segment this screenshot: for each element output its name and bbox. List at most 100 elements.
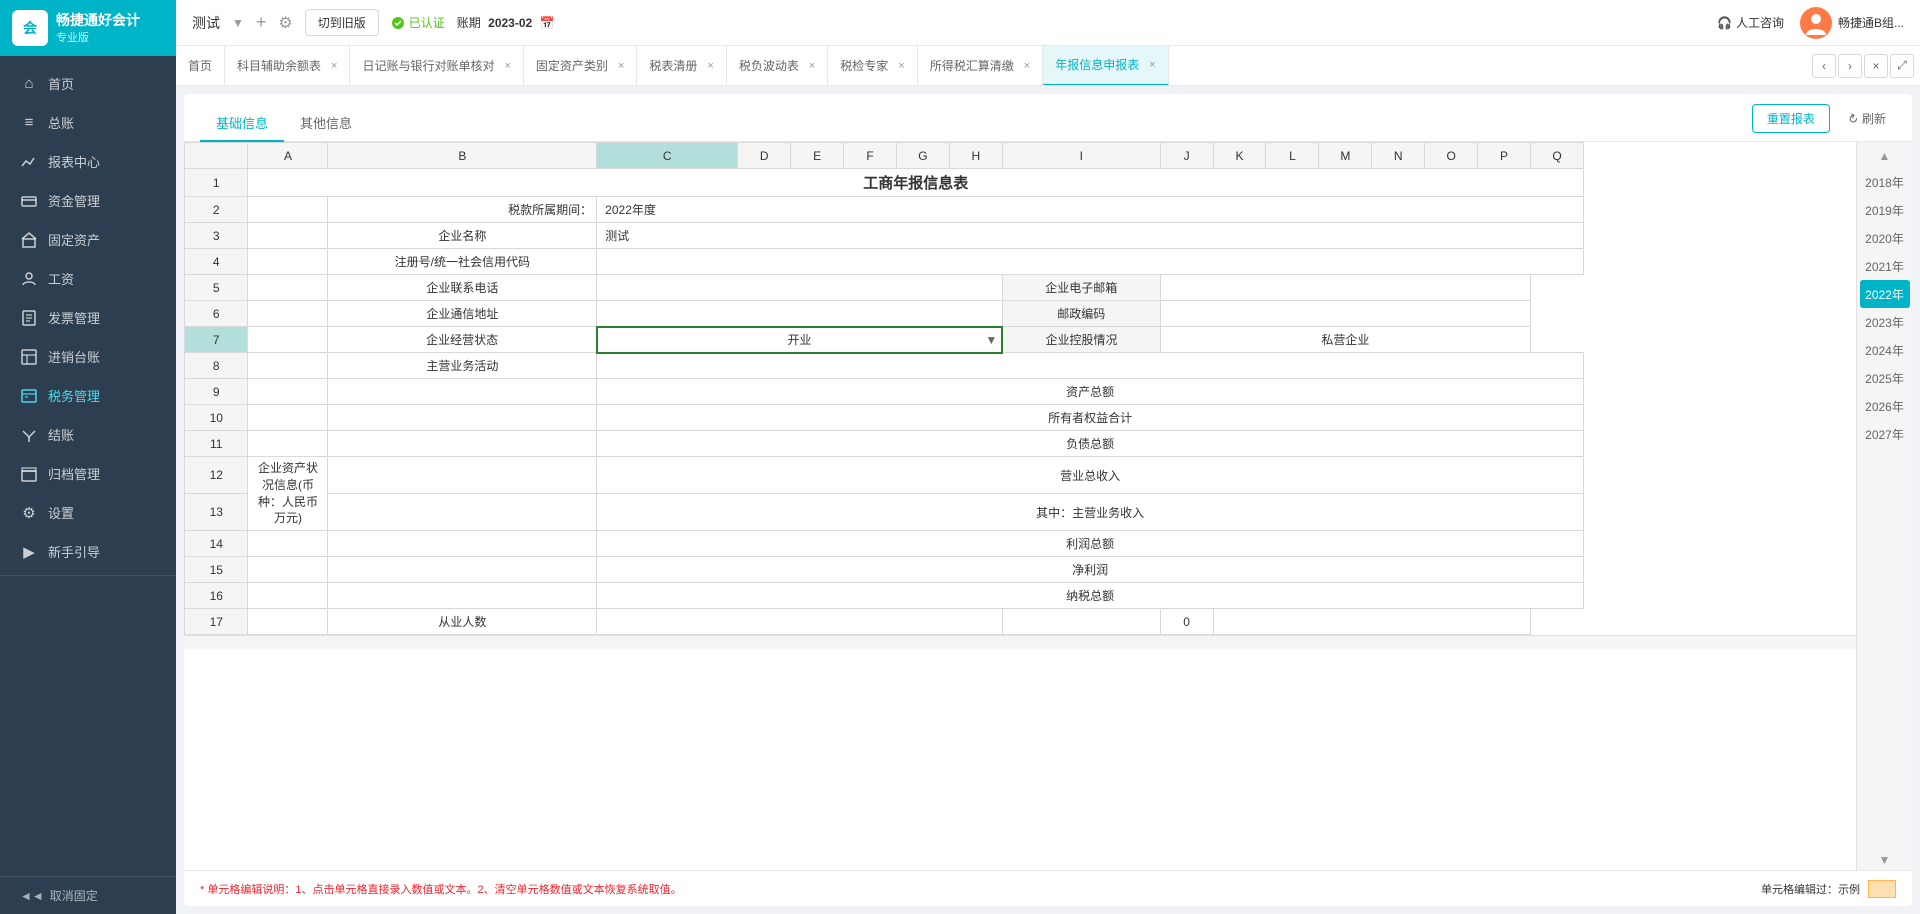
cell-17-a[interactable]	[248, 609, 328, 635]
sidebar-item-archive[interactable]: 归档管理	[0, 454, 176, 493]
tab-auxiliary[interactable]: 科目辅助余额表 ×	[225, 46, 350, 86]
cell-10-b[interactable]	[328, 405, 597, 431]
year-item-2026[interactable]: 2026年	[1860, 392, 1910, 420]
tab-annual-report-close[interactable]: ×	[1149, 59, 1155, 71]
tab-fixed-assets-close[interactable]: ×	[618, 60, 624, 72]
cell-15-a[interactable]	[248, 557, 328, 583]
consult-btn[interactable]: 🎧 人工咨询	[1717, 14, 1784, 31]
tab-annual-report[interactable]: 年报信息申报表 ×	[1043, 46, 1168, 86]
cell-15-c[interactable]: 净利润	[597, 557, 1584, 583]
sidebar-item-invoice[interactable]: 发票管理	[0, 298, 176, 337]
sidebar-item-home[interactable]: ⌂ 首页	[0, 64, 176, 103]
cell-1-title[interactable]: 工商年报信息表	[248, 169, 1584, 197]
sidebar-item-capital[interactable]: 资金管理	[0, 181, 176, 220]
cell-8-a[interactable]	[248, 353, 328, 379]
subtab-other-info[interactable]: 其他信息	[284, 105, 368, 142]
cell-16-a[interactable]	[248, 583, 328, 609]
cell-12-b[interactable]	[328, 457, 597, 494]
tab-home[interactable]: 首页	[176, 46, 225, 86]
tab-auxiliary-close[interactable]: ×	[331, 60, 337, 72]
cell-16-c[interactable]: 纳税总额	[597, 583, 1584, 609]
reset-report-btn[interactable]: 重置报表	[1752, 104, 1830, 133]
cell-13-c[interactable]: 其中：主营业务收入	[597, 494, 1584, 531]
sidebar-item-settings[interactable]: ⚙ 设置	[0, 493, 176, 532]
cell-4-c[interactable]	[597, 249, 1584, 275]
cell-3-c[interactable]: 测试	[597, 223, 1584, 249]
sidebar-item-stock[interactable]: 进销台账	[0, 337, 176, 376]
cell-7-c-dropdown[interactable]: 开业 ▼	[597, 327, 1003, 353]
year-item-2018[interactable]: 2018年	[1860, 168, 1910, 196]
tab-tax-wave-close[interactable]: ×	[809, 60, 815, 72]
tab-scroll-left-btn[interactable]: ‹	[1812, 54, 1836, 78]
cell-2-c[interactable]: 2022年度	[597, 197, 1584, 223]
cell-15-b[interactable]	[328, 557, 597, 583]
sidebar-item-tax[interactable]: 税务管理	[0, 376, 176, 415]
year-scroll-up-btn[interactable]: ▲	[1871, 146, 1899, 166]
sidebar-item-assets[interactable]: 固定资产	[0, 220, 176, 259]
sidebar-item-report[interactable]: 报表中心	[0, 142, 176, 181]
tab-fixed-assets[interactable]: 固定资产类别 ×	[524, 46, 637, 86]
cell-6-k[interactable]	[1160, 301, 1530, 327]
cell-17-k[interactable]	[1213, 609, 1530, 635]
cell-16-b[interactable]	[328, 583, 597, 609]
cell-13-b[interactable]	[328, 494, 597, 531]
sidebar-item-ledger[interactable]: ≡ 总账	[0, 103, 176, 142]
tab-tax-table-close[interactable]: ×	[707, 60, 713, 72]
title-dropdown-icon[interactable]: ▼	[232, 16, 244, 30]
cell-11-b[interactable]	[328, 431, 597, 457]
cell-17-i[interactable]	[1002, 609, 1160, 635]
horizontal-scrollbar[interactable]	[184, 635, 1856, 649]
cell-14-c[interactable]: 利润总额	[597, 531, 1584, 557]
tab-tax-check[interactable]: 税检专家 ×	[828, 46, 917, 86]
refresh-btn[interactable]: ↻ 刷新	[1838, 104, 1896, 133]
tab-tax-check-close[interactable]: ×	[898, 60, 904, 72]
cell-12-c[interactable]: 营业总收入	[597, 457, 1584, 494]
subtab-basic-info[interactable]: 基础信息	[200, 105, 284, 142]
cell-14-b[interactable]	[328, 531, 597, 557]
cell-11-a[interactable]	[248, 431, 328, 457]
cell-9-b[interactable]	[328, 379, 597, 405]
user-menu[interactable]: 畅捷通B组...	[1800, 7, 1904, 39]
cell-17-c[interactable]	[597, 609, 1003, 635]
cell-8-c[interactable]	[597, 353, 1584, 379]
year-item-2024[interactable]: 2024年	[1860, 336, 1910, 364]
calendar-icon[interactable]: 📅	[540, 16, 555, 30]
cell-6-a[interactable]	[248, 301, 328, 327]
tab-close-all-btn[interactable]: ×	[1864, 54, 1888, 78]
cell-10-c[interactable]: 所有者权益合计	[597, 405, 1584, 431]
settings-btn[interactable]: ⚙	[278, 13, 292, 33]
tab-scroll-right-btn[interactable]: ›	[1838, 54, 1862, 78]
cell-14-a[interactable]	[248, 531, 328, 557]
add-workspace-btn[interactable]: +	[256, 12, 267, 33]
cell-7-a[interactable]	[248, 327, 328, 353]
cell-11-c[interactable]: 负债总额	[597, 431, 1584, 457]
cell-5-c[interactable]	[597, 275, 1003, 301]
year-item-2022[interactable]: 2022年	[1860, 280, 1910, 308]
cell-3-a[interactable]	[248, 223, 328, 249]
cell-5-k[interactable]	[1160, 275, 1530, 301]
tab-expand-btn[interactable]: ⤢	[1890, 54, 1914, 78]
cell-2-a[interactable]	[248, 197, 328, 223]
tab-tax-table[interactable]: 税表清册 ×	[637, 46, 726, 86]
cell-4-a[interactable]	[248, 249, 328, 275]
year-scroll-down-btn[interactable]: ▼	[1871, 850, 1899, 870]
cell-9-c[interactable]: 资产总额	[597, 379, 1584, 405]
tab-income-tax-close[interactable]: ×	[1024, 60, 1030, 72]
sidebar-item-salary[interactable]: 工资	[0, 259, 176, 298]
year-item-2019[interactable]: 2019年	[1860, 196, 1910, 224]
cell-5-a[interactable]	[248, 275, 328, 301]
year-item-2023[interactable]: 2023年	[1860, 308, 1910, 336]
year-item-2021[interactable]: 2021年	[1860, 252, 1910, 280]
tab-tax-wave[interactable]: 税负波动表 ×	[727, 46, 828, 86]
sidebar-item-guide[interactable]: ▶ 新手引导	[0, 532, 176, 571]
cell-17-j[interactable]: 0	[1160, 609, 1213, 635]
tab-income-tax[interactable]: 所得税汇算清缴 ×	[918, 46, 1043, 86]
sidebar-item-close[interactable]: 结账	[0, 415, 176, 454]
year-item-2020[interactable]: 2020年	[1860, 224, 1910, 252]
sidebar-collapse-btn[interactable]: ◄◄ 取消固定	[0, 876, 176, 914]
cell-10-a[interactable]	[248, 405, 328, 431]
year-item-2027[interactable]: 2027年	[1860, 420, 1910, 448]
tab-journal-close[interactable]: ×	[504, 60, 510, 72]
switch-old-version-btn[interactable]: 切到旧版	[305, 9, 379, 36]
cell-6-c[interactable]	[597, 301, 1003, 327]
